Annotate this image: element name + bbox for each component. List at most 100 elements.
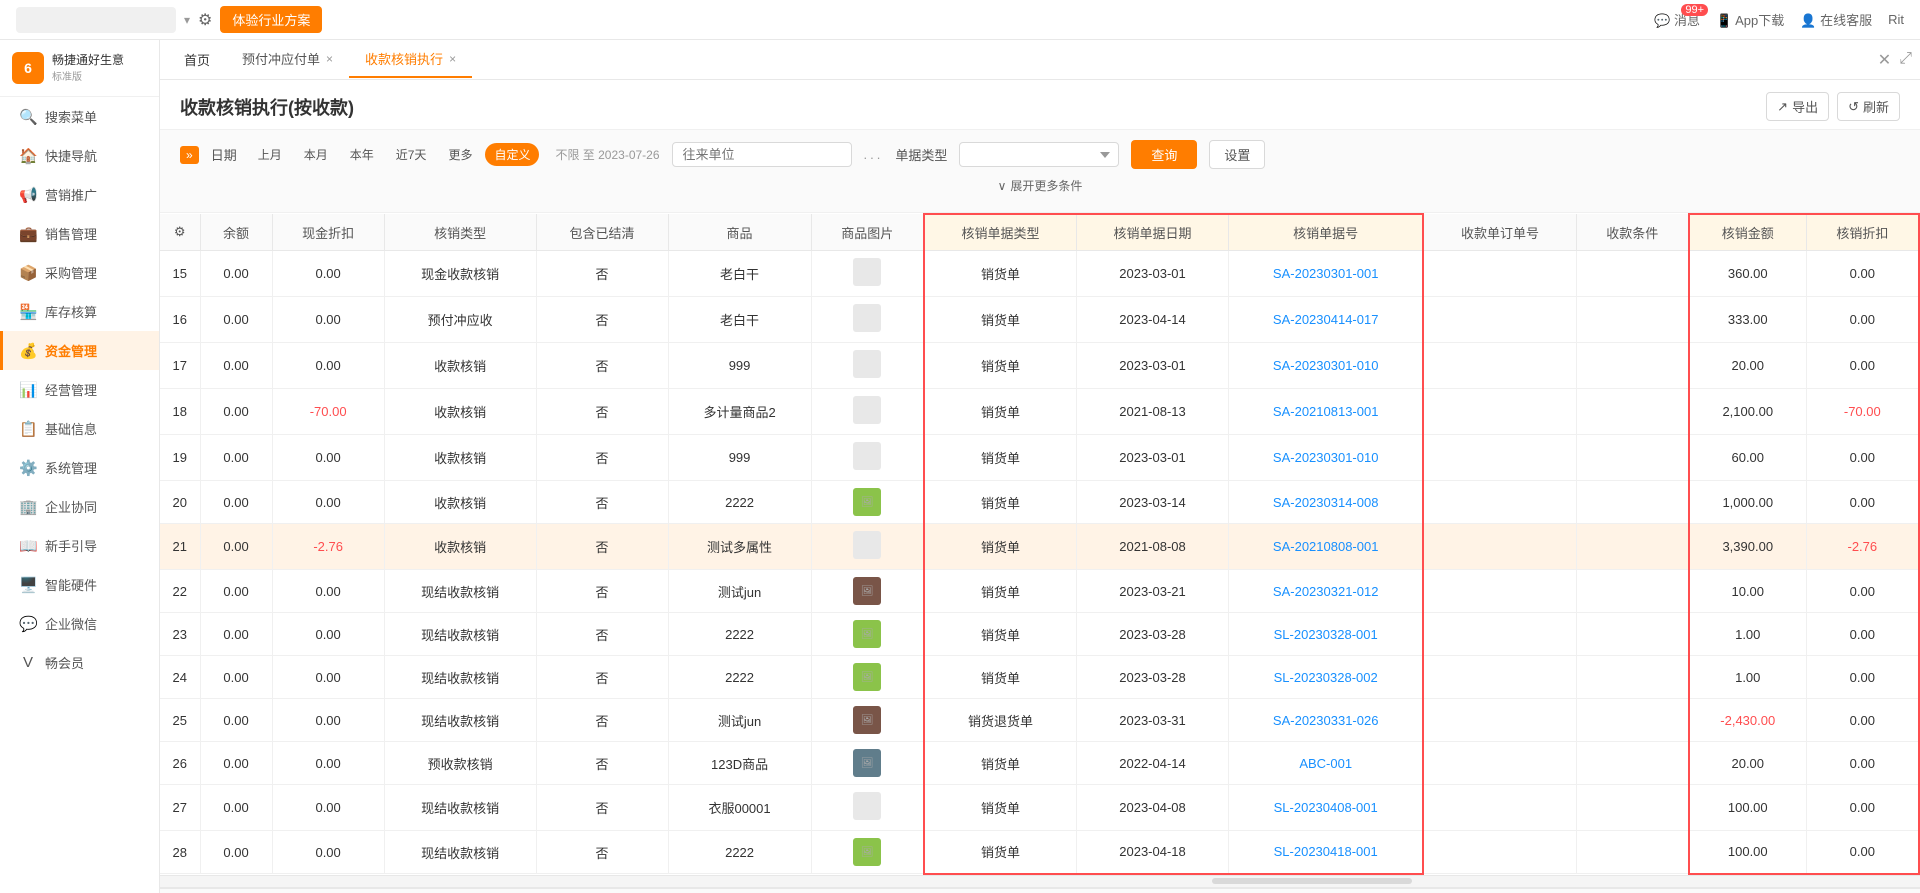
- write-off-no-cell[interactable]: SA-20230321-012: [1228, 570, 1423, 613]
- tab-receipts[interactable]: 收款核销执行 ×: [349, 41, 472, 78]
- date-pill-this-month[interactable]: 本月: [295, 143, 337, 166]
- tab-bar: 首页 预付冲应付单 × 收款核销执行 × ✕ ⤢: [160, 40, 1920, 80]
- goods-cell: 测试jun: [668, 699, 811, 742]
- date-pill-custom[interactable]: 自定义: [485, 143, 539, 166]
- receipt-order-cell: [1423, 251, 1576, 297]
- sidebar: 6 畅捷通好生意 标准版 🔍 搜索菜单 🏠 快捷导航 📢 营销推广 💼 销售管理…: [0, 40, 160, 893]
- cash-discount-cell: 0.00: [272, 656, 384, 699]
- date-pill-7days[interactable]: 近7天: [387, 143, 436, 166]
- write-off-no-cell[interactable]: SA-20230301-010: [1228, 435, 1423, 481]
- settled-cell: 否: [536, 481, 668, 524]
- settings-button[interactable]: 设置: [1209, 140, 1265, 169]
- date-pill-last-month[interactable]: 上月: [249, 143, 291, 166]
- row-number: 17: [160, 343, 200, 389]
- cash-discount-cell: 0.00: [272, 435, 384, 481]
- write-off-no-cell[interactable]: SA-20230301-001: [1228, 251, 1423, 297]
- sidebar-item-finance[interactable]: 💰 资金管理: [0, 331, 159, 370]
- date-pill-this-year[interactable]: 本年: [341, 143, 383, 166]
- sidebar-item-basic[interactable]: 📋 基础信息: [0, 409, 159, 448]
- filter-expand-left[interactable]: »: [180, 146, 199, 164]
- sidebar-label-basic: 基础信息: [45, 419, 97, 438]
- sidebar-item-marketing[interactable]: 📢 营销推广: [0, 175, 159, 214]
- write-off-no-cell[interactable]: ABC-001: [1228, 742, 1423, 785]
- balance-cell: 0.00: [200, 389, 272, 435]
- tab-expand-icon[interactable]: ⤢: [1899, 50, 1912, 70]
- col-header-goods-img: 商品图片: [811, 214, 924, 251]
- receipt-cond-cell: [1576, 389, 1689, 435]
- goods-image-cell: [811, 297, 924, 343]
- write-off-type-cell: 销货单: [924, 524, 1077, 570]
- refresh-button[interactable]: ↺ 刷新: [1837, 92, 1900, 121]
- page-content: 收款核销执行(按收款) ↗ 导出 ↺ 刷新: [160, 80, 1920, 893]
- dropdown-arrow-icon[interactable]: ▾: [184, 13, 190, 27]
- balance-cell: 0.00: [200, 613, 272, 656]
- table-row: 200.000.00收款核销否2222🖼销货单2023-03-14SA-2023…: [160, 481, 1919, 524]
- row-number: 23: [160, 613, 200, 656]
- table-row: 170.000.00收款核销否999销货单2023-03-01SA-202303…: [160, 343, 1919, 389]
- sidebar-item-inventory[interactable]: 🏪 库存核算: [0, 292, 159, 331]
- goods-image-cell: 🖼: [811, 742, 924, 785]
- tab-prepay-close[interactable]: ×: [326, 52, 333, 66]
- row-number: 15: [160, 251, 200, 297]
- write-off-no-cell[interactable]: SA-20230414-017: [1228, 297, 1423, 343]
- type-cell: 收款核销: [384, 481, 536, 524]
- member-icon: V: [19, 654, 37, 671]
- settings-icon[interactable]: ⚙: [198, 10, 212, 30]
- balance-cell: 0.00: [200, 297, 272, 343]
- date-pill-more[interactable]: 更多: [439, 143, 481, 166]
- write-off-no-cell[interactable]: SA-20210813-001: [1228, 389, 1423, 435]
- write-off-amount-cell: 360.00: [1689, 251, 1806, 297]
- write-off-discount-cell: 0.00: [1806, 343, 1919, 389]
- tab-home[interactable]: 首页: [168, 42, 226, 77]
- sidebar-item-wechat[interactable]: 💬 企业微信: [0, 604, 159, 643]
- tab-receipts-close[interactable]: ×: [449, 52, 456, 66]
- row-number: 27: [160, 785, 200, 831]
- sidebar-item-enterprise[interactable]: 🏢 企业协同: [0, 487, 159, 526]
- bill-type-select[interactable]: [959, 142, 1119, 167]
- online-service-link[interactable]: 👤 在线客服: [1800, 10, 1872, 29]
- export-icon: ↗: [1777, 99, 1788, 115]
- receipt-order-cell: [1423, 389, 1576, 435]
- write-off-amount-cell: 100.00: [1689, 785, 1806, 831]
- write-off-no-cell[interactable]: SA-20230314-008: [1228, 481, 1423, 524]
- tab-close-all-icon[interactable]: ✕: [1878, 50, 1891, 70]
- write-off-date-cell: 2023-03-14: [1077, 481, 1229, 524]
- sidebar-item-search[interactable]: 🔍 搜索菜单: [0, 97, 159, 136]
- export-button[interactable]: ↗ 导出: [1766, 92, 1829, 121]
- sidebar-item-system[interactable]: ⚙️ 系统管理: [0, 448, 159, 487]
- main-area: 首页 预付冲应付单 × 收款核销执行 × ✕ ⤢ 收款核销执行(按收款): [160, 40, 1920, 893]
- write-off-no-cell[interactable]: SA-20210808-001: [1228, 524, 1423, 570]
- sidebar-item-member[interactable]: V 畅会员: [0, 643, 159, 682]
- write-off-no-cell[interactable]: SL-20230328-002: [1228, 656, 1423, 699]
- horizontal-scrollbar[interactable]: [160, 875, 1920, 887]
- query-button[interactable]: 查询: [1131, 140, 1197, 169]
- write-off-no-cell[interactable]: SL-20230418-001: [1228, 831, 1423, 874]
- settled-cell: 否: [536, 699, 668, 742]
- app-download-link[interactable]: 📱 App下载: [1716, 10, 1784, 29]
- write-off-type-cell: 销货单: [924, 831, 1077, 874]
- write-off-no-cell[interactable]: SL-20230408-001: [1228, 785, 1423, 831]
- notification-bell[interactable]: 💬 消息 99+: [1654, 10, 1700, 29]
- filter-dots: ...: [864, 147, 884, 162]
- table-row: 190.000.00收款核销否999销货单2023-03-01SA-202303…: [160, 435, 1919, 481]
- write-off-no-cell[interactable]: SA-20230331-026: [1228, 699, 1423, 742]
- sidebar-item-operations[interactable]: 📊 经营管理: [0, 370, 159, 409]
- sidebar-item-guide[interactable]: 📖 新手引导: [0, 526, 159, 565]
- sidebar-label-enterprise: 企业协同: [45, 497, 97, 516]
- balance-cell: 0.00: [200, 343, 272, 389]
- sidebar-item-hardware[interactable]: 🖥️ 智能硬件: [0, 565, 159, 604]
- sidebar-item-purchase[interactable]: 📦 采购管理: [0, 253, 159, 292]
- write-off-no-cell[interactable]: SL-20230328-001: [1228, 613, 1423, 656]
- type-cell: 现金收款核销: [384, 251, 536, 297]
- sidebar-item-sales[interactable]: 💼 销售管理: [0, 214, 159, 253]
- expand-more-button[interactable]: ∨ 展开更多条件: [180, 173, 1900, 198]
- industry-solution-button[interactable]: 体验行业方案: [220, 6, 322, 33]
- customer-input[interactable]: [672, 142, 852, 167]
- settled-cell: 否: [536, 343, 668, 389]
- write-off-amount-cell: 10.00: [1689, 570, 1806, 613]
- write-off-date-cell: 2022-04-14: [1077, 742, 1229, 785]
- write-off-no-cell[interactable]: SA-20230301-010: [1228, 343, 1423, 389]
- tab-prepay[interactable]: 预付冲应付单 ×: [226, 41, 349, 78]
- settled-cell: 否: [536, 613, 668, 656]
- sidebar-item-shortcut[interactable]: 🏠 快捷导航: [0, 136, 159, 175]
